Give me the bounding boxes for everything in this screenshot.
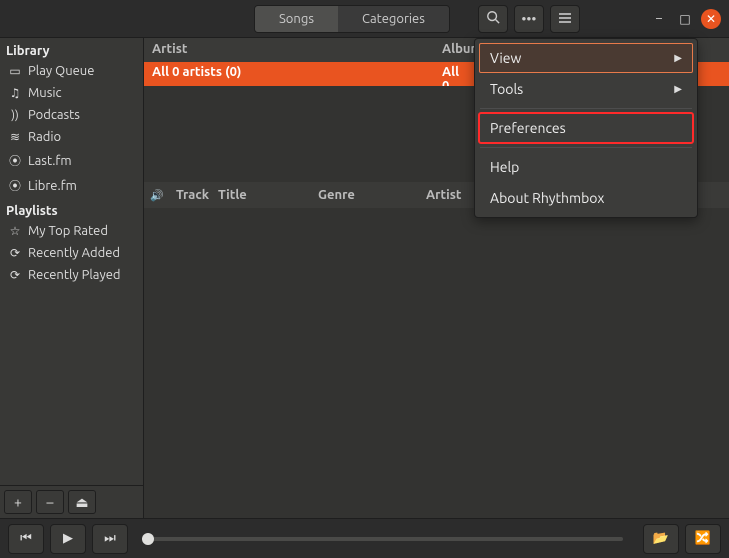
menu-item-label: Tools (490, 81, 523, 97)
more-button[interactable]: ••• (514, 5, 544, 33)
all-albums-cell[interactable]: All 0 (434, 62, 470, 86)
sidebar-item-icon: )) (8, 109, 22, 122)
speaker-icon: 🔊 (150, 190, 164, 202)
previous-button[interactable]: ⏮ (8, 524, 44, 554)
hamburger-icon (558, 11, 572, 27)
sidebar-item-label: My Top Rated (28, 224, 108, 238)
playing-column-header[interactable]: 🔊 (144, 185, 170, 206)
playbar: ⏮ ▶ ⏭ 📂 🔀 (0, 518, 729, 558)
sidebar-item-playlist-1[interactable]: ⟳ Recently Added (0, 242, 143, 264)
sidebar-item-library-5[interactable]: ⦿ Libre.fm (0, 173, 143, 198)
menu-item-label: Preferences (490, 120, 566, 136)
sidebar-item-library-3[interactable]: ≋ Radio (0, 126, 143, 148)
sidebar-item-icon: ⦿ (8, 152, 22, 169)
chevron-right-icon: ▶ (674, 52, 682, 64)
sidebar-item-label: Radio (28, 130, 61, 144)
close-button[interactable]: ✕ (701, 9, 721, 29)
songs-tab[interactable]: Songs (255, 6, 338, 32)
sidebar-item-label: Recently Played (28, 268, 121, 282)
sidebar-item-icon: ⦿ (8, 177, 22, 194)
sidebar-item-icon: ♫ (8, 86, 22, 100)
track-column-header[interactable]: Track (170, 184, 212, 206)
menu-separator (480, 147, 692, 148)
title-column-header[interactable]: Title (212, 184, 312, 206)
body: Library ▭ Play Queue ♫ Music)) Podcasts ≋ Radi… (0, 38, 729, 518)
sidebar-item-label: Podcasts (28, 108, 80, 122)
sidebar-toolbar: + – ⏏ (0, 485, 143, 518)
categories-tab[interactable]: Categories (338, 6, 449, 32)
track-list-empty (144, 208, 729, 518)
previous-icon: ⏮ (20, 531, 32, 546)
remove-playlist-button[interactable]: – (36, 490, 64, 514)
open-folder-button[interactable]: 📂 (643, 524, 679, 554)
sidebar: Library ▭ Play Queue ♫ Music)) Podcasts ≋ Radi… (0, 38, 144, 518)
sidebar-item-label: Play Queue (28, 64, 94, 78)
app-window: Songs Categories ••• – □ ✕ Lib (0, 0, 729, 558)
play-icon: ▶ (63, 531, 73, 546)
sidebar-item-icon: ⟳ (8, 246, 22, 260)
menu-item-view[interactable]: View ▶ (479, 43, 693, 73)
shuffle-button[interactable]: 🔀 (685, 524, 721, 554)
menu-item-label: Help (490, 159, 519, 175)
shuffle-icon: 🔀 (695, 531, 711, 546)
main-pane: Artist Album All 0 artists (0) All 0 🔊 T… (144, 38, 729, 518)
sidebar-item-playlist-0[interactable]: ☆ My Top Rated (0, 220, 143, 242)
sidebar-item-library-0[interactable]: ▭ Play Queue (0, 60, 143, 82)
all-artists-cell[interactable]: All 0 artists (0) (144, 62, 434, 86)
app-menu-popover: View ▶ Tools ▶ Preferences Help About Rhythmbo… (474, 38, 698, 218)
playbar-right: 📂 🔀 (643, 524, 721, 554)
sidebar-item-icon: ≋ (8, 130, 22, 144)
search-icon (486, 10, 500, 27)
close-icon: ✕ (706, 12, 716, 26)
add-playlist-button[interactable]: + (4, 490, 32, 514)
hamburger-menu-button[interactable] (550, 5, 580, 33)
library-heading: Library (0, 38, 143, 60)
genre-column-header[interactable]: Genre (312, 184, 420, 206)
menu-item-label: About Rhythmbox (490, 190, 604, 206)
titlebar: Songs Categories ••• – □ ✕ (0, 0, 729, 38)
sidebar-item-icon: ▭ (8, 64, 22, 78)
menu-item-about-rhythmbox[interactable]: About Rhythmbox (479, 183, 693, 213)
chevron-right-icon: ▶ (674, 83, 682, 95)
sidebar-item-library-2[interactable]: )) Podcasts (0, 104, 143, 126)
maximize-button[interactable]: □ (675, 9, 695, 29)
menu-item-help[interactable]: Help (479, 152, 693, 182)
sidebar-item-playlist-2[interactable]: ⟳ Recently Played (0, 264, 143, 286)
progress-slider[interactable] (148, 537, 623, 541)
folder-icon: 📂 (653, 531, 669, 546)
sidebar-item-label: Recently Added (28, 246, 120, 260)
sidebar-item-label: Music (28, 86, 62, 100)
search-button[interactable] (478, 5, 508, 33)
sidebar-item-label: Libre.fm (28, 179, 77, 193)
menu-item-preferences[interactable]: Preferences (479, 113, 693, 143)
playlists-heading: Playlists (0, 198, 143, 220)
next-button[interactable]: ⏭ (92, 524, 128, 554)
sidebar-item-icon: ⟳ (8, 268, 22, 282)
menu-item-tools[interactable]: Tools ▶ (479, 74, 693, 104)
minimize-icon: – (656, 12, 662, 25)
view-toggle: Songs Categories (254, 5, 450, 33)
sidebar-item-library-1[interactable]: ♫ Music (0, 82, 143, 104)
next-icon: ⏭ (104, 531, 116, 546)
maximize-icon: □ (679, 12, 690, 26)
sidebar-item-icon: ☆ (8, 224, 22, 238)
menu-separator (480, 108, 692, 109)
artist-column-header[interactable]: Artist (144, 38, 434, 62)
minimize-button[interactable]: – (649, 9, 669, 29)
sidebar-item-library-4[interactable]: ⦿ Last.fm (0, 148, 143, 173)
sidebar-item-label: Last.fm (28, 154, 72, 168)
play-button[interactable]: ▶ (50, 524, 86, 554)
ellipsis-icon: ••• (521, 11, 536, 27)
progress-thumb[interactable] (142, 533, 154, 545)
eject-button[interactable]: ⏏ (68, 490, 96, 514)
menu-item-label: View (490, 50, 521, 66)
